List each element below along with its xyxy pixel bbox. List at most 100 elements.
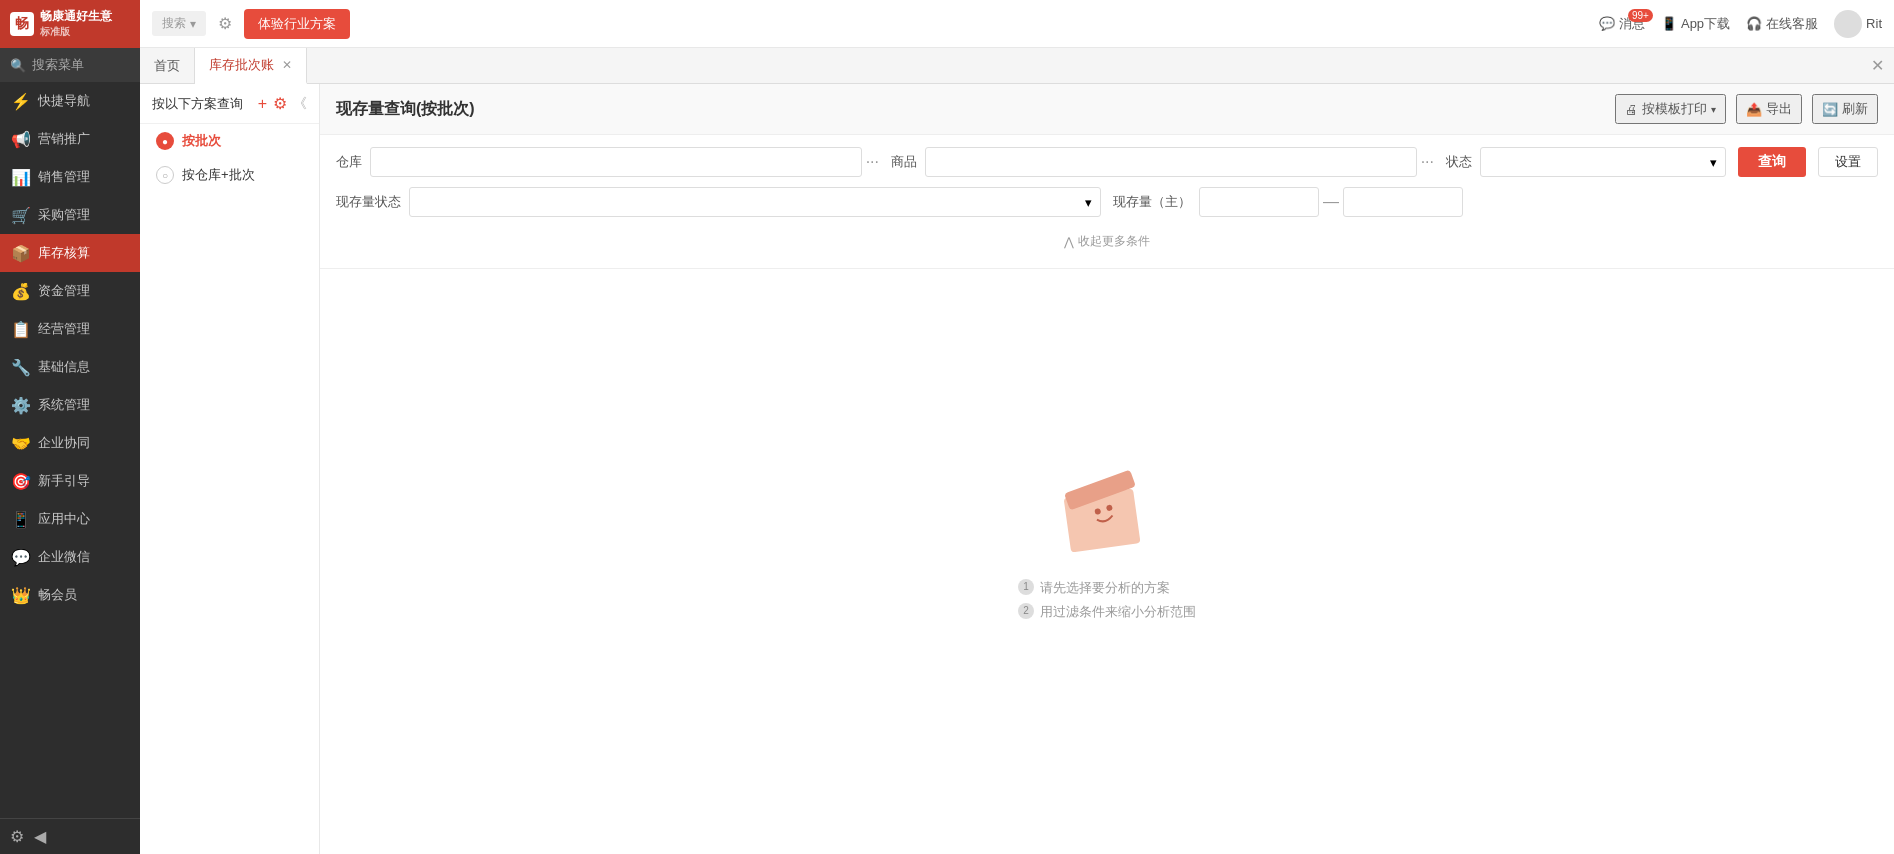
left-panel-icons: + ⚙ 《 [258, 94, 307, 113]
sidebar-header: 畅 畅康通好生意 标准版 [0, 0, 140, 48]
refresh-btn[interactable]: 🔄 刷新 [1812, 94, 1878, 124]
sidebar-item-purchase[interactable]: 🛒 采购管理 [0, 196, 140, 234]
stock-qty-min-input[interactable] [1199, 187, 1319, 217]
tip-num-2: 2 [1018, 603, 1034, 619]
refresh-label: 刷新 [1842, 100, 1868, 118]
sidebar: 畅 畅康通好生意 标准版 🔍 搜索菜单 ⚡ 快捷导航 📢 营销推广 📊 销售管理… [0, 0, 140, 854]
plan-icon-batch: ● [156, 132, 174, 150]
breadcrumb-chevron: ▾ [190, 17, 196, 31]
product-more-btn[interactable]: ··· [1421, 153, 1434, 171]
page-header: 现存量查询(按批次) 🖨 按模板打印 ▾ 📤 导出 🔄 刷新 [320, 84, 1894, 135]
tab-home[interactable]: 首页 [140, 48, 195, 84]
plan-settings-icon[interactable]: ⚙ [273, 94, 287, 113]
sidebar-item-operation[interactable]: 📋 经营管理 [0, 310, 140, 348]
plan-label-batch: 按批次 [182, 132, 221, 150]
sidebar-item-marketing[interactable]: 📢 营销推广 [0, 120, 140, 158]
tab-close-panel: ✕ [1861, 56, 1894, 75]
app-download-item[interactable]: 📱 App下载 [1661, 15, 1730, 33]
print-chevron: ▾ [1711, 104, 1716, 115]
app-download-icon: 📱 [1661, 16, 1677, 31]
status-chevron: ▾ [1710, 155, 1717, 170]
message-badge: 99+ [1628, 9, 1653, 22]
topbar-gear-icon[interactable]: ⚙ [214, 10, 236, 37]
empty-tip-1: 1 请先选择要分析的方案 [1018, 579, 1196, 597]
sidebar-item-shortcut[interactable]: ⚡ 快捷导航 [0, 82, 140, 120]
guide-icon: 🎯 [12, 472, 30, 490]
finance-icon: 💰 [12, 282, 30, 300]
message-item[interactable]: 💬 消息 99+ [1599, 15, 1645, 33]
sidebar-item-label: 销售管理 [38, 168, 90, 186]
left-panel: 按以下方案查询 + ⚙ 《 ● 按批次 ○ 按仓库+批次 [140, 84, 320, 854]
sidebar-item-enterprise[interactable]: 🤝 企业协同 [0, 424, 140, 462]
app-logo: 畅 [10, 12, 34, 36]
stock-qty-dash: — [1323, 193, 1339, 211]
sidebar-search[interactable]: 🔍 搜索菜单 [0, 48, 140, 82]
stock-status-select[interactable]: ▾ [409, 187, 1101, 217]
purchase-icon: 🛒 [12, 206, 30, 224]
empty-tip-2: 2 用过滤条件来缩小分析范围 [1018, 603, 1196, 621]
sidebar-item-guide[interactable]: 🎯 新手引导 [0, 462, 140, 500]
print-btn[interactable]: 🖨 按模板打印 ▾ [1615, 94, 1726, 124]
sidebar-item-label: 企业微信 [38, 548, 90, 566]
search-label: 搜索菜单 [32, 56, 84, 74]
collapse-more-btn[interactable]: ⋀ 收起更多条件 [336, 227, 1878, 256]
sidebar-item-label: 畅会员 [38, 586, 77, 604]
breadcrumb-text: 搜索 [162, 15, 186, 32]
empty-svg [1047, 443, 1167, 563]
basic-icon: 🔧 [12, 358, 30, 376]
print-label: 按模板打印 [1642, 100, 1707, 118]
page-header-actions: 🖨 按模板打印 ▾ 📤 导出 🔄 刷新 [1615, 94, 1878, 124]
sidebar-item-finance[interactable]: 💰 资金管理 [0, 272, 140, 310]
plan-label-warehouse-batch: 按仓库+批次 [182, 166, 255, 184]
sidebar-item-system[interactable]: ⚙️ 系统管理 [0, 386, 140, 424]
export-label: 导出 [1766, 100, 1792, 118]
sidebar-item-appstore[interactable]: 📱 应用中心 [0, 500, 140, 538]
app-name-block: 畅康通好生意 标准版 [40, 9, 112, 39]
filter-settings-btn[interactable]: 设置 [1818, 147, 1878, 177]
warehouse-label: 仓库 [336, 153, 362, 171]
tab-panel-close-icon[interactable]: ✕ [1871, 56, 1884, 75]
product-input[interactable] [925, 147, 1417, 177]
left-panel-header: 按以下方案查询 + ⚙ 《 [140, 84, 319, 124]
user-item[interactable]: Rit [1834, 10, 1882, 38]
trial-btn[interactable]: 体验行业方案 [244, 9, 350, 39]
plan-item-warehouse-batch[interactable]: ○ 按仓库+批次 [140, 158, 319, 192]
sidebar-item-member[interactable]: 👑 畅会员 [0, 576, 140, 614]
tab-close-icon[interactable]: ✕ [282, 58, 292, 72]
status-select[interactable]: ▾ [1480, 147, 1726, 177]
stock-qty-max-input[interactable] [1343, 187, 1463, 217]
panel-collapse-icon[interactable]: 《 [293, 95, 307, 113]
tip-text-1: 请先选择要分析的方案 [1040, 579, 1170, 597]
product-filter: 商品 ··· [891, 147, 1434, 177]
tab-batch-account[interactable]: 库存批次账 ✕ [195, 48, 307, 84]
sidebar-item-basic[interactable]: 🔧 基础信息 [0, 348, 140, 386]
sidebar-item-sales[interactable]: 📊 销售管理 [0, 158, 140, 196]
sidebar-item-label: 营销推广 [38, 130, 90, 148]
sidebar-item-inventory[interactable]: 📦 库存核算 [0, 234, 140, 272]
page-title: 现存量查询(按批次) [336, 99, 475, 120]
collapse-chevron-up: ⋀ [1064, 235, 1074, 249]
right-content: 现存量查询(按批次) 🖨 按模板打印 ▾ 📤 导出 🔄 刷新 [320, 84, 1894, 854]
online-service-item[interactable]: 🎧 在线客服 [1746, 15, 1818, 33]
breadcrumb[interactable]: 搜索 ▾ [152, 11, 206, 36]
plan-icon-warehouse-batch: ○ [156, 166, 174, 184]
export-icon: 📤 [1746, 102, 1762, 117]
warehouse-more-btn[interactable]: ··· [866, 153, 879, 171]
query-btn[interactable]: 查询 [1738, 147, 1806, 177]
plan-item-batch[interactable]: ● 按批次 [140, 124, 319, 158]
stock-qty-label: 现存量（主） [1113, 193, 1191, 211]
member-icon: 👑 [12, 586, 30, 604]
wechat-icon: 💬 [12, 548, 30, 566]
sidebar-settings-icon[interactable]: ⚙ [10, 827, 24, 846]
sidebar-item-wechat[interactable]: 💬 企业微信 [0, 538, 140, 576]
warehouse-input[interactable] [370, 147, 862, 177]
stock-status-chevron: ▾ [1085, 195, 1092, 210]
add-plan-icon[interactable]: + [258, 95, 267, 113]
message-icon: 💬 [1599, 16, 1615, 31]
sidebar-item-label: 库存核算 [38, 244, 90, 262]
app-download-label: App下载 [1681, 15, 1730, 33]
enterprise-icon: 🤝 [12, 434, 30, 452]
stock-status-label: 现存量状态 [336, 193, 401, 211]
export-btn[interactable]: 📤 导出 [1736, 94, 1802, 124]
sidebar-collapse-icon[interactable]: ◀ [34, 827, 46, 846]
